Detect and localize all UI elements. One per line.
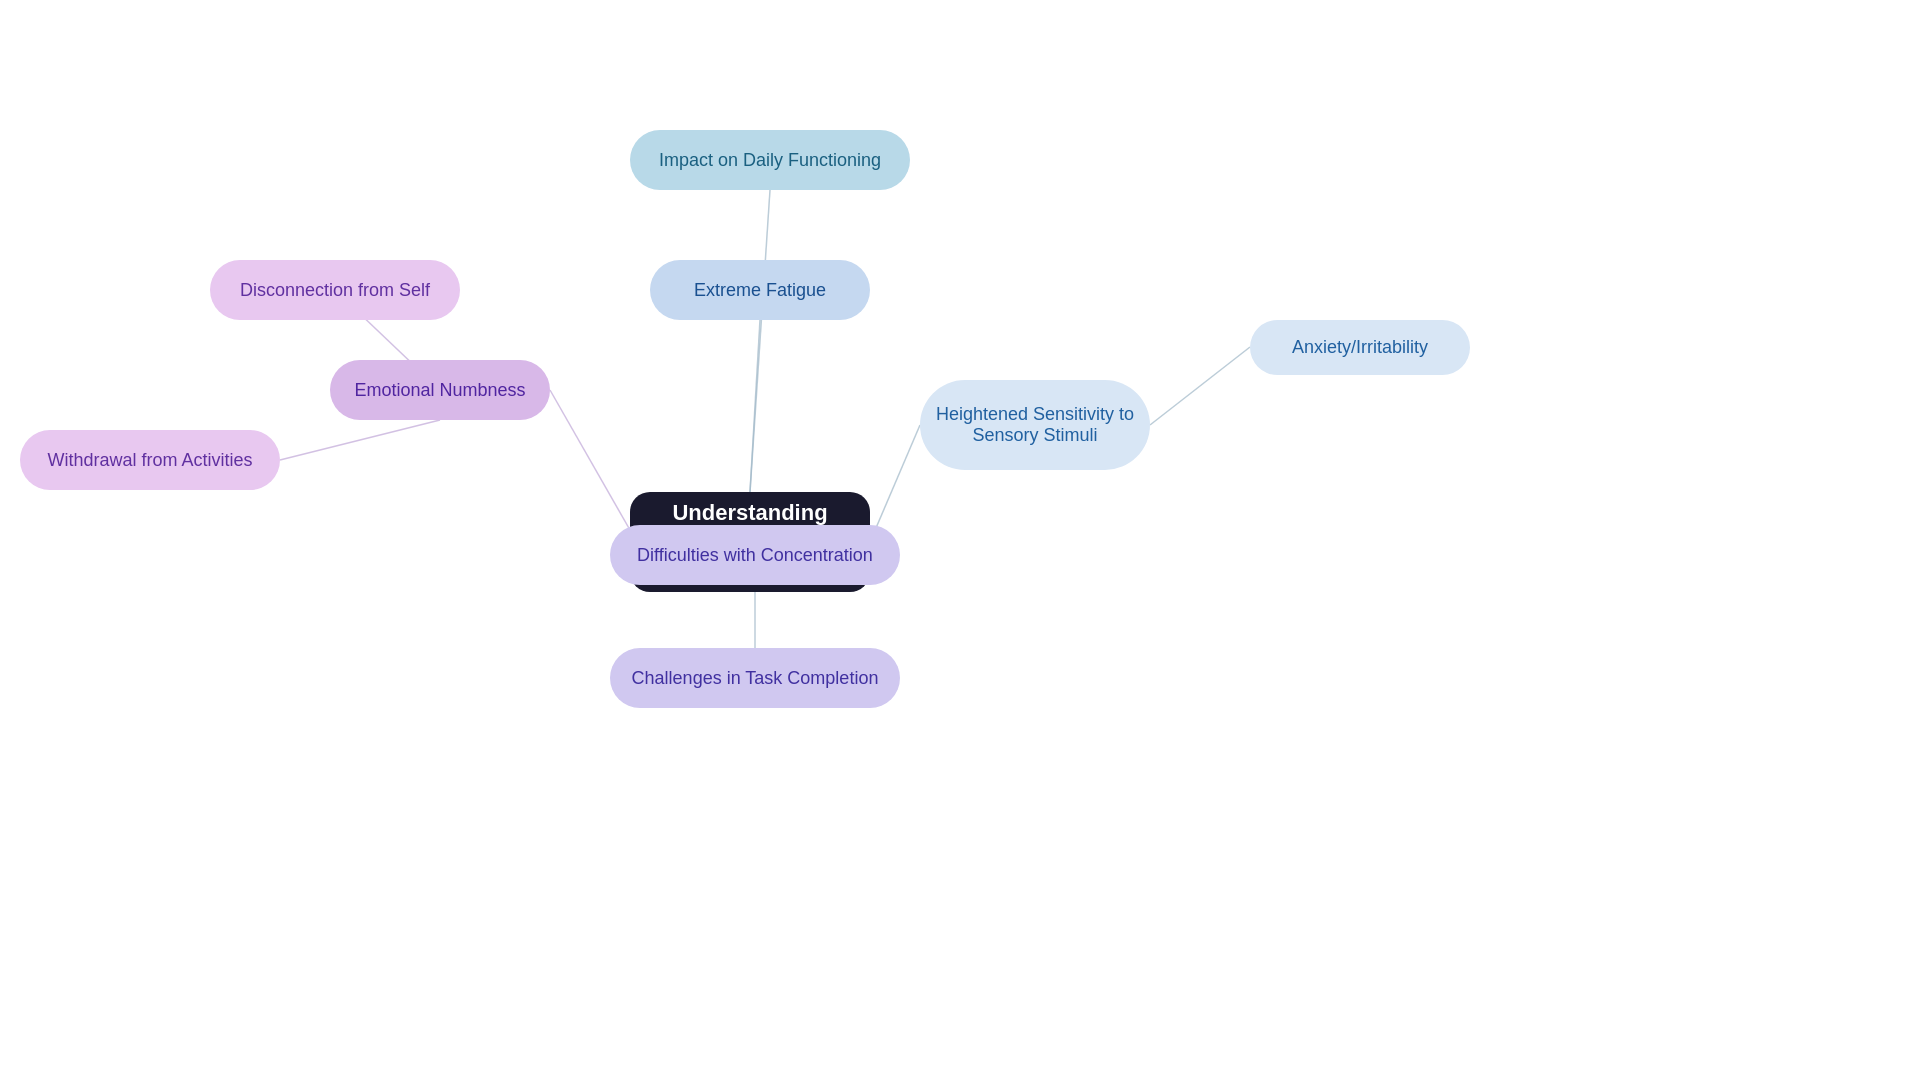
anxiety-node: Anxiety/Irritability (1250, 320, 1470, 375)
svg-line-2 (870, 425, 920, 542)
difficulties-node: Difficulties with Concentration (610, 525, 900, 585)
mind-map: Understanding Autistic Burnout Symptoms … (0, 0, 1920, 1083)
connections-svg (0, 0, 1920, 1083)
svg-line-3 (1150, 347, 1250, 425)
disconnection-node: Disconnection from Self (210, 260, 460, 320)
heightened-node: Heightened Sensitivity to Sensory Stimul… (920, 380, 1150, 470)
challenges-label: Challenges in Task Completion (632, 668, 879, 689)
svg-line-6 (550, 390, 630, 530)
disconnection-label: Disconnection from Self (240, 280, 430, 301)
withdrawal-label: Withdrawal from Activities (47, 450, 252, 471)
extreme-fatigue-label: Extreme Fatigue (694, 280, 826, 301)
difficulties-label: Difficulties with Concentration (637, 545, 873, 566)
impact-daily-label: Impact on Daily Functioning (659, 150, 881, 171)
impact-daily-node: Impact on Daily Functioning (630, 130, 910, 190)
challenges-node: Challenges in Task Completion (610, 648, 900, 708)
emotional-label: Emotional Numbness (354, 380, 525, 401)
svg-line-8 (280, 420, 440, 460)
heightened-label: Heightened Sensitivity to Sensory Stimul… (920, 404, 1150, 446)
extreme-fatigue-node: Extreme Fatigue (650, 260, 870, 320)
emotional-node: Emotional Numbness (330, 360, 550, 420)
anxiety-label: Anxiety/Irritability (1292, 337, 1428, 358)
svg-line-0 (750, 190, 770, 492)
withdrawal-node: Withdrawal from Activities (20, 430, 280, 490)
svg-line-1 (750, 320, 760, 492)
